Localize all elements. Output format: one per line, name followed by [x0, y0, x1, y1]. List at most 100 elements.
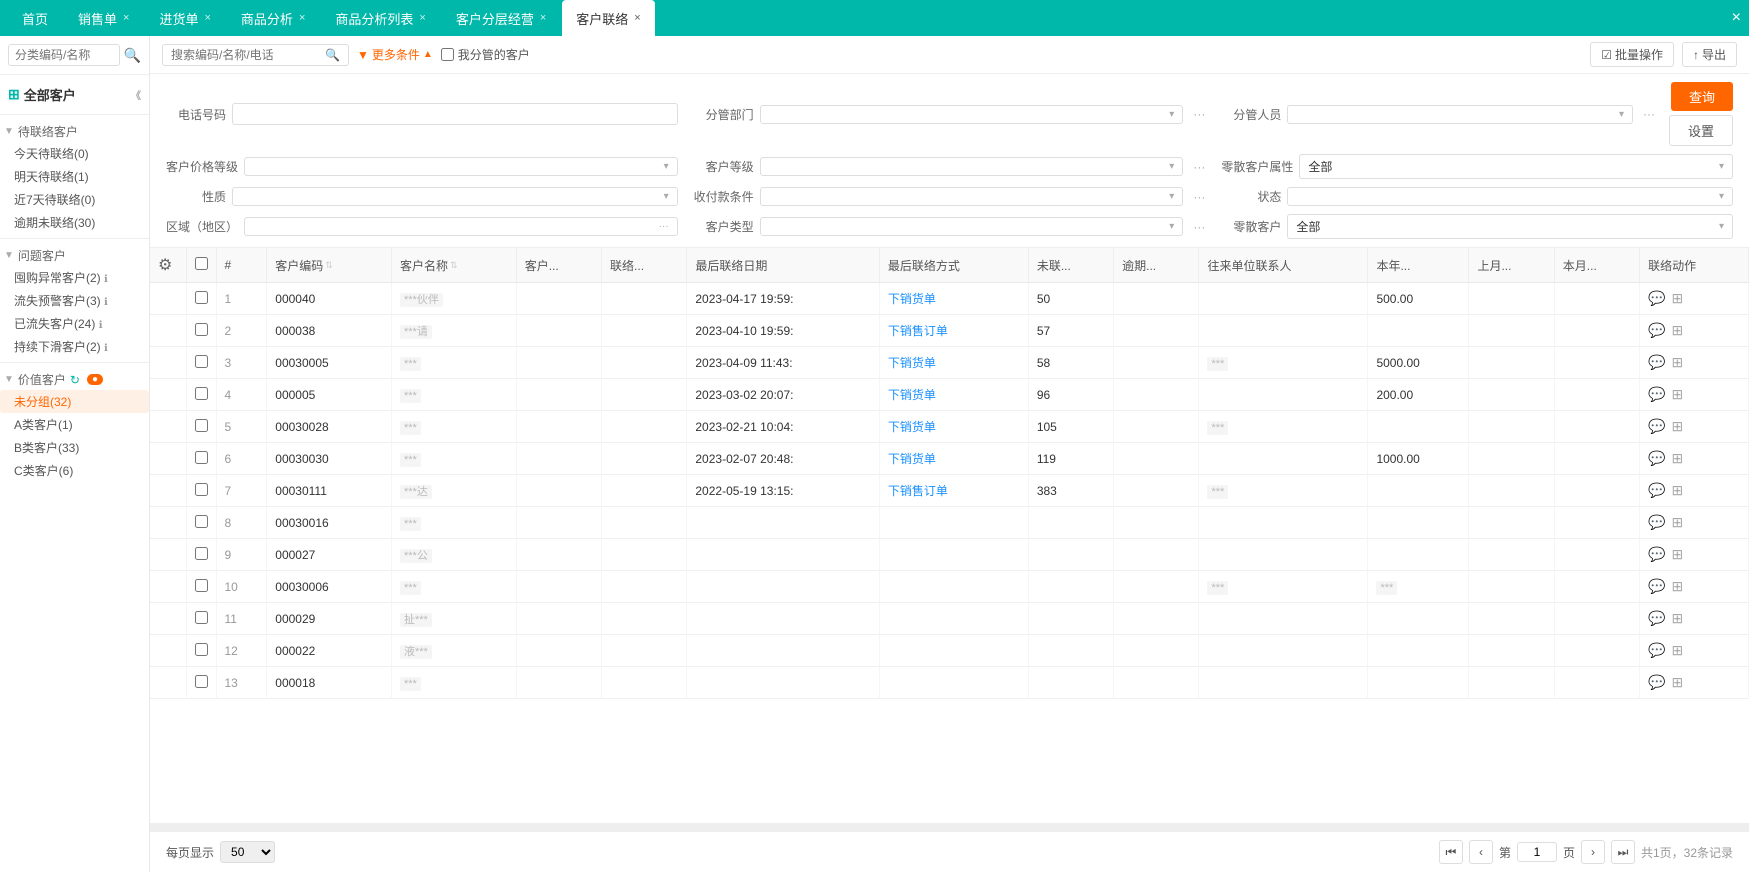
row-checkbox[interactable] — [195, 323, 208, 336]
sidebar-item-declining[interactable]: 持续下滑客户(2) ℹ — [0, 335, 149, 358]
tab-purchase[interactable]: 进货单 × — [145, 0, 224, 36]
message-icon[interactable]: 💬 — [1648, 610, 1665, 627]
sidebar-item-group-a[interactable]: A类客户(1) — [0, 413, 149, 436]
message-icon[interactable]: 💬 — [1648, 674, 1665, 691]
settings-icon[interactable]: ⚙ — [158, 257, 172, 274]
sidebar-item-churn-risk[interactable]: 流失预警客户(3) ℹ — [0, 289, 149, 312]
search-input[interactable] — [171, 48, 321, 62]
export-button[interactable]: ↑ 导出 — [1682, 42, 1737, 67]
nature-select[interactable]: ▾ — [232, 187, 678, 206]
row-checkbox[interactable] — [195, 547, 208, 560]
sort-icon[interactable]: ⇅ — [325, 260, 333, 271]
sidebar-item-lost[interactable]: 已流失客户(24) ℹ — [0, 312, 149, 335]
region-select[interactable]: ··· — [244, 217, 678, 236]
sidebar-search-icon[interactable]: 🔍 — [124, 47, 141, 64]
message-icon[interactable]: 💬 — [1648, 546, 1665, 563]
level-more-icon[interactable]: ··· — [1193, 160, 1205, 174]
message-icon[interactable]: 💬 — [1648, 290, 1665, 307]
close-icon[interactable]: × — [204, 12, 210, 24]
message-icon[interactable]: 💬 — [1648, 418, 1665, 435]
row-checkbox[interactable] — [195, 483, 208, 496]
reset-button[interactable]: 设置 — [1669, 115, 1733, 146]
phone-input[interactable] — [232, 103, 678, 125]
horizontal-scrollbar[interactable] — [150, 823, 1749, 831]
sidebar-item-abnormal[interactable]: 囤购异常客户(2) ℹ — [0, 266, 149, 289]
tab-sales[interactable]: 销售单 × — [64, 0, 143, 36]
all-customers-header[interactable]: ⊞ 全部客户 《 — [8, 81, 141, 108]
page-number-input[interactable] — [1517, 842, 1557, 862]
per-page-select[interactable]: 50 20 100 — [220, 841, 275, 863]
last-method-link[interactable]: 下销货单 — [888, 292, 936, 306]
payment-select[interactable]: ▾ — [760, 187, 1184, 206]
retail-customer-select[interactable]: 全部 ▾ — [1287, 214, 1733, 239]
dept-more-icon[interactable]: ··· — [1193, 107, 1205, 121]
dept-select[interactable]: ▾ — [760, 105, 1184, 124]
grid-icon[interactable]: ⊞ — [1672, 642, 1684, 659]
message-icon[interactable]: 💬 — [1648, 386, 1665, 403]
more-conditions-btn[interactable]: ▼ 更多条件 ▲ — [357, 46, 433, 63]
row-checkbox[interactable] — [195, 643, 208, 656]
row-checkbox[interactable] — [195, 579, 208, 592]
last-method-link[interactable]: 下销货单 — [888, 452, 936, 466]
row-checkbox[interactable] — [195, 451, 208, 464]
grid-icon[interactable]: ⊞ — [1672, 674, 1684, 691]
sidebar-item-tomorrow-pending[interactable]: 明天待联络(1) — [0, 165, 149, 188]
message-icon[interactable]: 💬 — [1648, 322, 1665, 339]
grid-icon[interactable]: ⊞ — [1672, 450, 1684, 467]
grid-icon[interactable]: ⊞ — [1672, 578, 1684, 595]
price-level-select[interactable]: ▾ — [244, 157, 678, 176]
last-method-link[interactable]: 下销售订单 — [888, 484, 948, 498]
grid-icon[interactable]: ⊞ — [1672, 322, 1684, 339]
sidebar-search-input[interactable] — [8, 44, 120, 66]
collapse-icon[interactable]: 《 — [131, 87, 141, 102]
grid-icon[interactable]: ⊞ — [1672, 386, 1684, 403]
window-close[interactable]: × — [1732, 9, 1741, 27]
row-checkbox[interactable] — [195, 515, 208, 528]
close-icon[interactable]: × — [123, 12, 129, 24]
last-method-link[interactable]: 下销售订单 — [888, 324, 948, 338]
tab-product-analysis-list[interactable]: 商品分析列表 × — [321, 0, 439, 36]
batch-ops-button[interactable]: ☑ 批量操作 — [1590, 42, 1674, 67]
close-icon[interactable]: × — [419, 12, 425, 24]
message-icon[interactable]: 💬 — [1648, 354, 1665, 371]
message-icon[interactable]: 💬 — [1648, 450, 1665, 467]
sort-icon[interactable]: ⇅ — [450, 260, 458, 271]
manager-more-icon[interactable]: ··· — [1643, 107, 1655, 121]
first-page-button[interactable]: ⏮ — [1439, 840, 1463, 864]
close-icon[interactable]: × — [540, 12, 546, 24]
retail-attr-select[interactable]: 全部 ▾ — [1299, 154, 1733, 179]
pending-contact-group[interactable]: ▼ 待联络客户 — [0, 119, 149, 142]
manager-select[interactable]: ▾ — [1287, 105, 1633, 124]
close-icon[interactable]: × — [299, 12, 305, 24]
search-icon[interactable]: 🔍 — [325, 48, 340, 62]
sidebar-item-group-c[interactable]: C类客户(6) — [0, 459, 149, 482]
sidebar-item-overdue-pending[interactable]: 逾期未联络(30) — [0, 211, 149, 234]
status-select[interactable]: ▾ — [1287, 187, 1733, 206]
next-page-button[interactable]: › — [1581, 840, 1605, 864]
last-method-link[interactable]: 下销货单 — [888, 420, 936, 434]
sidebar-item-unclassified[interactable]: 未分组(32) — [0, 390, 149, 413]
payment-more-icon[interactable]: ··· — [1193, 190, 1205, 204]
my-customers-checkbox[interactable] — [441, 48, 454, 61]
message-icon[interactable]: 💬 — [1648, 578, 1665, 595]
tab-customer-segments[interactable]: 客户分层经营 × — [442, 0, 560, 36]
grid-icon[interactable]: ⊞ — [1672, 418, 1684, 435]
tab-product-analysis[interactable]: 商品分析 × — [227, 0, 319, 36]
customer-level-select[interactable]: ▾ — [760, 157, 1184, 176]
message-icon[interactable]: 💬 — [1648, 642, 1665, 659]
row-checkbox[interactable] — [195, 291, 208, 304]
message-icon[interactable]: 💬 — [1648, 514, 1665, 531]
sidebar-item-near7-pending[interactable]: 近7天待联络(0) — [0, 188, 149, 211]
customer-type-select[interactable]: ▾ — [760, 217, 1184, 236]
sidebar-item-today-pending[interactable]: 今天待联络(0) — [0, 142, 149, 165]
grid-icon[interactable]: ⊞ — [1672, 610, 1684, 627]
grid-icon[interactable]: ⊞ — [1672, 354, 1684, 371]
select-all-checkbox[interactable] — [195, 257, 208, 270]
prev-page-button[interactable]: ‹ — [1469, 840, 1493, 864]
row-checkbox[interactable] — [195, 419, 208, 432]
row-checkbox[interactable] — [195, 675, 208, 688]
problem-customers-group[interactable]: ▼ 问题客户 — [0, 243, 149, 266]
close-icon[interactable]: × — [634, 12, 640, 24]
grid-icon[interactable]: ⊞ — [1672, 546, 1684, 563]
last-page-button[interactable]: ⏭ — [1611, 840, 1635, 864]
